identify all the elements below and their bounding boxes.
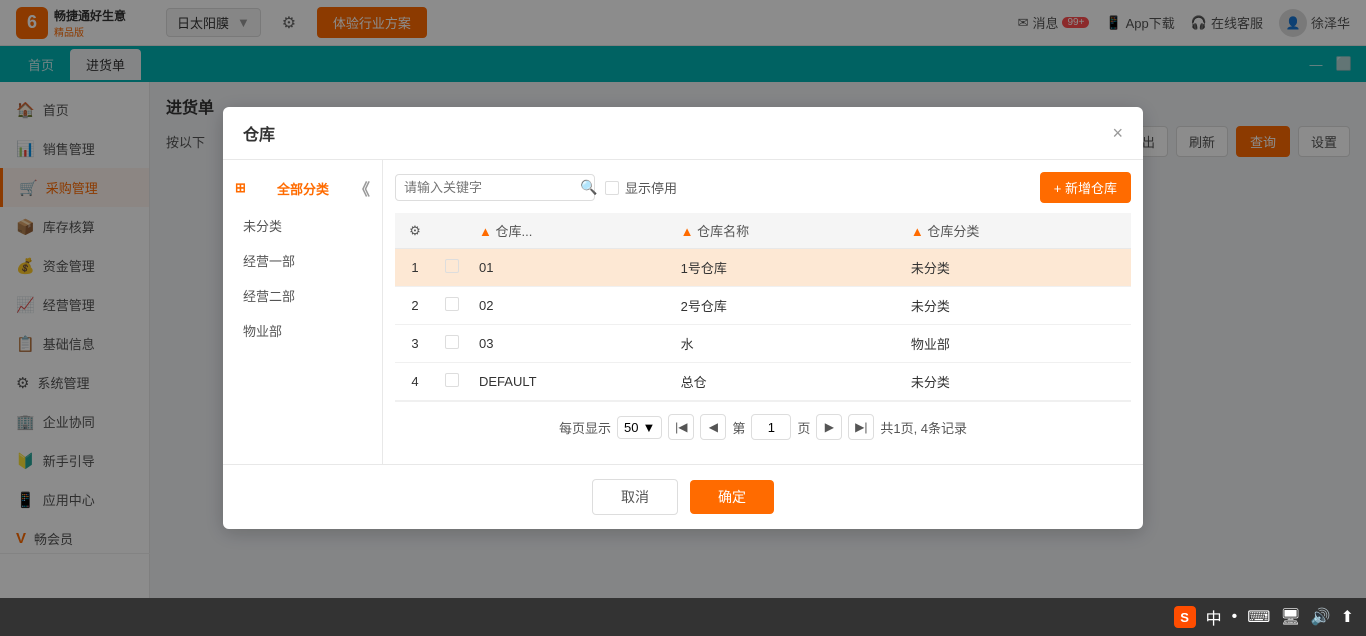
sort-icon-category: ▲ <box>911 224 924 239</box>
row-num: 3 <box>395 325 435 363</box>
collapse-icon[interactable]: 《 <box>354 176 370 200</box>
modal-overlay: 仓库 × ⊞ 全部分类 《 未分类 经营一部 经营二部 物业部 <box>0 0 1366 636</box>
table-row[interactable]: 3 03 水 物业部 <box>395 325 1131 363</box>
modal-title: 仓库 <box>243 121 275 145</box>
row-category: 未分类 <box>901 249 1131 287</box>
modal-header: 仓库 × <box>223 107 1143 160</box>
row-code: DEFAULT <box>469 363 671 401</box>
disabled-checkbox[interactable] <box>605 181 619 195</box>
all-categories-btn[interactable]: ⊞ 全部分类 《 <box>223 168 382 208</box>
row-name: 总仓 <box>671 363 901 401</box>
first-page-btn[interactable]: |◀ <box>668 414 694 440</box>
col-category: ▲ 仓库分类 <box>901 213 1131 249</box>
row-name: 水 <box>671 325 901 363</box>
chevron-down-icon: ▼ <box>642 420 655 435</box>
speaker-icon[interactable]: 🔊 <box>1311 607 1331 627</box>
col-name: ▲ 仓库名称 <box>671 213 901 249</box>
row-code: 01 <box>469 249 671 287</box>
search-box[interactable]: 🔍 <box>395 174 595 201</box>
grid-icon: ⊞ <box>235 180 246 196</box>
row-checkbox[interactable] <box>435 249 469 287</box>
row-category: 物业部 <box>901 325 1131 363</box>
row-checkbox[interactable] <box>435 325 469 363</box>
modal-close-btn[interactable]: × <box>1112 123 1123 144</box>
cat-item-unclassified[interactable]: 未分类 <box>223 208 382 243</box>
warehouse-table: ⚙ ▲ 仓库... ▲ 仓库名称 ▲ <box>395 213 1131 401</box>
upload-icon[interactable]: ⬆ <box>1341 607 1354 627</box>
pagination: 每页显示 50 ▼ |◀ ◀ 第 页 ▶ ▶| 共1页, 4条记录 <box>395 401 1131 452</box>
table-row[interactable]: 1 01 1号仓库 未分类 <box>395 249 1131 287</box>
confirm-btn[interactable]: 确定 <box>690 480 774 514</box>
dot-icon: • <box>1232 608 1238 626</box>
row-name: 1号仓库 <box>671 249 901 287</box>
category-sidebar: ⊞ 全部分类 《 未分类 经营一部 经营二部 物业部 <box>223 160 383 464</box>
col-checkbox <box>435 213 469 249</box>
cancel-btn[interactable]: 取消 <box>592 479 678 515</box>
col-code: ▲ 仓库... <box>469 213 671 249</box>
sort-icon-code: ▲ <box>479 224 492 239</box>
monitor-icon[interactable]: 🖥 <box>1280 607 1300 627</box>
search-icon: 🔍 <box>580 179 597 196</box>
prev-page-btn[interactable]: ◀ <box>700 414 726 440</box>
page-size-select[interactable]: 50 ▼ <box>617 416 662 439</box>
table-toolbar: 🔍 显示停用 + 新增仓库 <box>395 172 1131 203</box>
table-row[interactable]: 2 02 2号仓库 未分类 <box>395 287 1131 325</box>
next-page-btn[interactable]: ▶ <box>816 414 842 440</box>
search-input[interactable] <box>404 180 580 195</box>
show-disabled-toggle[interactable]: 显示停用 <box>605 178 677 197</box>
warehouse-modal: 仓库 × ⊞ 全部分类 《 未分类 经营一部 经营二部 物业部 <box>223 107 1143 529</box>
table-area: 🔍 显示停用 + 新增仓库 ⚙ <box>383 160 1143 464</box>
row-name: 2号仓库 <box>671 287 901 325</box>
row-code: 02 <box>469 287 671 325</box>
modal-footer: 取消 确定 <box>223 464 1143 529</box>
row-checkbox[interactable] <box>435 363 469 401</box>
last-page-btn[interactable]: ▶| <box>848 414 874 440</box>
row-code: 03 <box>469 325 671 363</box>
add-warehouse-btn[interactable]: + 新增仓库 <box>1040 172 1131 203</box>
cat-item-dept2[interactable]: 经营二部 <box>223 278 382 313</box>
taskbar: S 中 • ⌨ 🖥 🔊 ⬆ <box>0 598 1366 636</box>
table-row[interactable]: 4 DEFAULT 总仓 未分类 <box>395 363 1131 401</box>
modal-body: ⊞ 全部分类 《 未分类 经营一部 经营二部 物业部 🔍 <box>223 160 1143 464</box>
cat-item-dept1[interactable]: 经营一部 <box>223 243 382 278</box>
row-num: 1 <box>395 249 435 287</box>
s-logo: S <box>1174 606 1196 628</box>
ime-icon[interactable]: 中 <box>1206 605 1222 629</box>
col-settings: ⚙ <box>395 213 435 249</box>
table-header-row: ⚙ ▲ 仓库... ▲ 仓库名称 ▲ <box>395 213 1131 249</box>
row-num: 4 <box>395 363 435 401</box>
page-input[interactable] <box>751 414 791 440</box>
row-checkbox[interactable] <box>435 287 469 325</box>
keyboard-icon[interactable]: ⌨ <box>1247 607 1270 627</box>
row-category: 未分类 <box>901 363 1131 401</box>
row-category: 未分类 <box>901 287 1131 325</box>
row-num: 2 <box>395 287 435 325</box>
sort-icon-name: ▲ <box>681 224 694 239</box>
cat-item-property[interactable]: 物业部 <box>223 313 382 348</box>
